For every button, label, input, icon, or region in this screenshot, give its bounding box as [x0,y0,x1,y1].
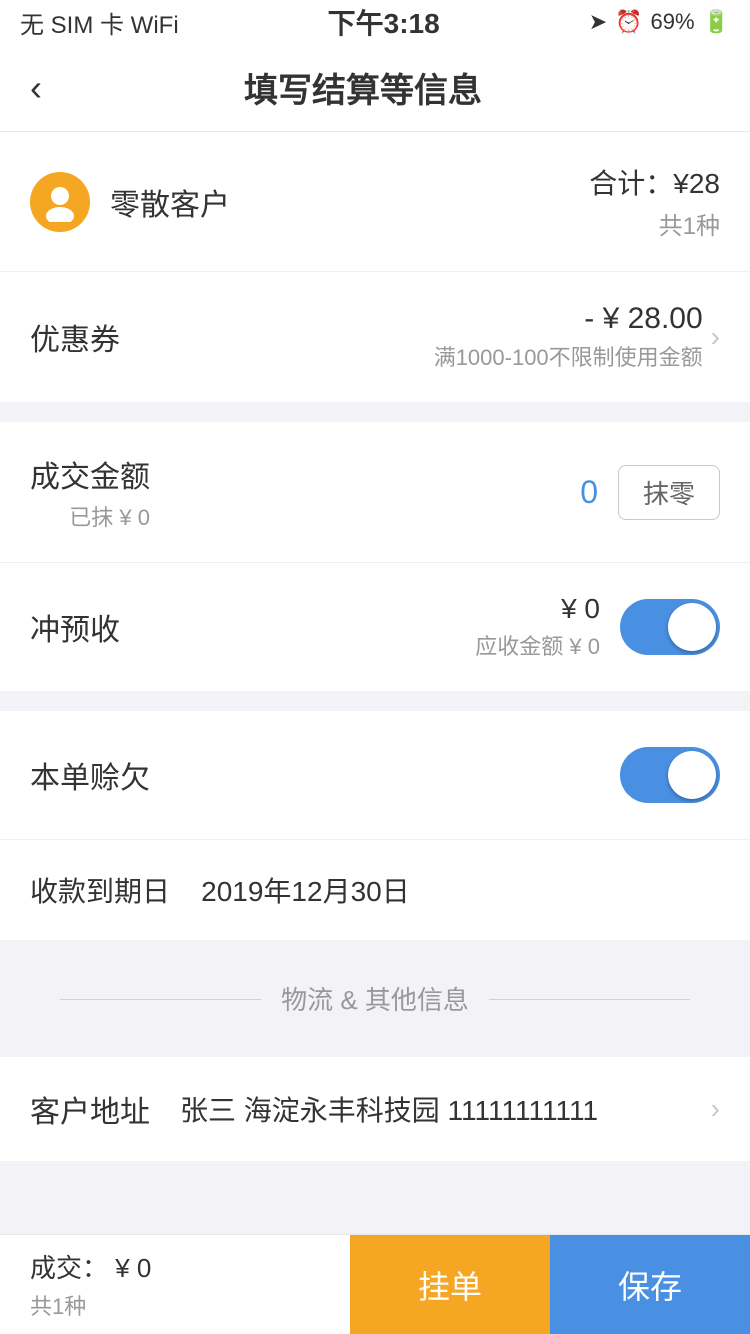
due-date-row: 收款到期日 2019年12月30日 [0,839,750,940]
due-date-label: 收款到期日 2019年12月30日 [30,876,410,907]
customer-left: 零散客户 [30,172,230,232]
save-button[interactable]: 保存 [550,1235,750,1334]
chevron-right-icon: › [711,321,720,353]
transaction-value-wrap: 0 [580,474,598,511]
customer-row: 零散客户 合计：¥28 共1种 [0,132,750,271]
transaction-row: 成交金额 已抹 ¥ 0 0 抹零 [0,422,750,563]
total-amount: 合计：¥28 [589,162,720,202]
coupon-info: - ¥ 28.00 满1000-100不限制使用金额 [434,302,703,372]
prepay-toggle[interactable] [620,599,720,655]
customer-section: 零散客户 合计：¥28 共1种 优惠券 - ¥ 28.00 满1000-100不… [0,132,750,402]
prepay-sub: 应收金额 ¥ 0 [475,629,600,661]
due-date-value: 2019年12月30日 [201,876,410,907]
nav-bar: ‹ 填写结算等信息 [0,44,750,132]
address-chevron-icon: › [711,1093,720,1125]
debt-section: 本单赊欠 收款到期日 2019年12月30日 [0,711,750,940]
main-content: 零散客户 合计：¥28 共1种 优惠券 - ¥ 28.00 满1000-100不… [0,132,750,1261]
coupon-desc: 满1000-100不限制使用金额 [434,340,703,372]
transaction-left: 成交金额 已抹 ¥ 0 [30,452,150,532]
coupon-right: - ¥ 28.00 满1000-100不限制使用金额 › [434,302,720,372]
prepay-label: 冲预收 [30,605,120,649]
transaction-right: 0 抹零 [580,465,720,520]
bottom-count: 共1种 [30,1289,320,1321]
logistics-label-wrap: 物流 & 其他信息 [261,980,489,1017]
prepay-right: ¥ 0 应收金额 ¥ 0 [475,593,720,661]
nav-title: 填写结算等信息 [62,63,664,112]
alarm-icon: ⏰ [615,9,642,35]
due-date-key: 收款到期日 [30,876,170,907]
address-label: 客户地址 [30,1087,150,1131]
total-count: 共1种 [589,206,720,241]
transaction-label: 成交金额 [30,461,150,494]
user-icon [40,182,80,222]
status-left: 无 SIM 卡 WiFi [20,5,179,40]
back-button[interactable]: ‹ [30,67,42,109]
logistics-section-label: 物流 & 其他信息 [281,985,469,1015]
address-value: 张三 海淀永丰科技园 11111111111 [180,1089,711,1129]
bottom-deal: 成交： ¥ 0 [30,1248,320,1285]
toggle-knob [668,603,716,651]
prepay-amount: ¥ 0 [475,593,600,625]
status-time: 下午3:18 [328,2,440,42]
coupon-amount: - ¥ 28.00 [434,302,703,336]
bottom-info: 成交： ¥ 0 共1种 [0,1248,350,1321]
coupon-row[interactable]: 优惠券 - ¥ 28.00 满1000-100不限制使用金额 › [0,271,750,402]
address-section: 客户地址 张三 海淀永丰科技园 11111111111 › [0,1057,750,1161]
hang-button[interactable]: 挂单 [350,1235,550,1334]
bottom-deal-label: 成交： [30,1253,108,1283]
status-right: ➤ ⏰ 69% 🔋 [589,9,730,35]
prepay-info: ¥ 0 应收金额 ¥ 0 [475,593,600,661]
logistics-header: 物流 & 其他信息 [0,960,750,1037]
debt-toggle-knob [668,751,716,799]
location-icon: ➤ [589,9,607,35]
customer-right: 合计：¥28 共1种 [589,162,720,241]
round-off-button[interactable]: 抹零 [618,465,720,520]
sim-wifi-label: 无 SIM 卡 WiFi [20,5,179,40]
transaction-value: 0 [580,474,598,510]
battery-icon: 🔋 [703,9,730,35]
battery-label: 69% [651,9,695,35]
coupon-label: 优惠券 [30,315,120,359]
transaction-section: 成交金额 已抹 ¥ 0 0 抹零 冲预收 ¥ 0 应收金额 ¥ 0 [0,422,750,691]
debt-label: 本单赊欠 [30,753,150,797]
bottom-deal-amount: ¥ 0 [115,1253,151,1283]
debt-toggle[interactable] [620,747,720,803]
address-row[interactable]: 客户地址 张三 海淀永丰科技园 11111111111 › [0,1057,750,1161]
debt-row: 本单赊欠 [0,711,750,839]
bottom-bar: 成交： ¥ 0 共1种 挂单 保存 [0,1234,750,1334]
customer-name: 零散客户 [110,180,230,224]
avatar [30,172,90,232]
transaction-sub: 已抹 ¥ 0 [30,500,150,532]
prepay-row: 冲预收 ¥ 0 应收金额 ¥ 0 [0,563,750,691]
status-bar: 无 SIM 卡 WiFi 下午3:18 ➤ ⏰ 69% 🔋 [0,0,750,44]
